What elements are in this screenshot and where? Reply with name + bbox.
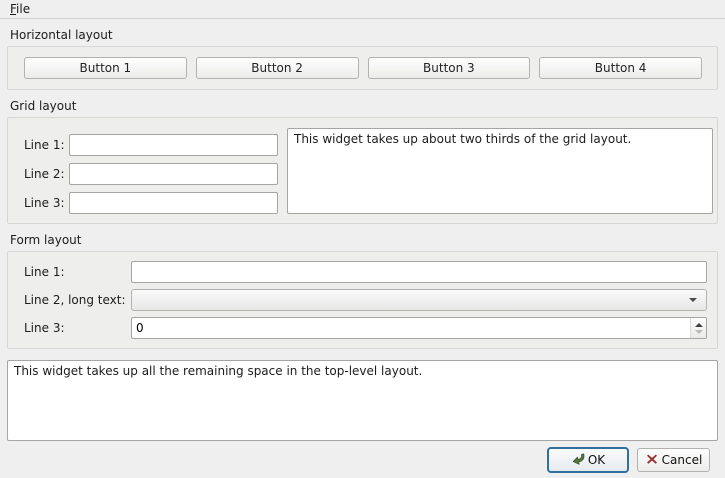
grid-layout-frame: Line 1: Line 2: Line 3: This widget take… [7,117,718,224]
form-row-2: Line 2, long text: [24,289,707,311]
cancel-button-label: Cancel [661,453,703,467]
horizontal-layout-frame: Button 1 Button 2 Button 3 Button 4 [7,46,718,90]
form-line1-label: Line 1: [24,265,65,279]
form-layout-frame: Line 1: Line 2, long text: Line 3: [7,251,718,349]
button-4[interactable]: Button 4 [539,57,702,79]
form-line2-combobox[interactable] [131,289,707,311]
grid-row-2: Line 2: [24,163,278,185]
spinbox-input[interactable] [131,317,707,339]
menu-item-file[interactable]: File [4,1,36,17]
spinbox-buttons [690,318,706,338]
ok-button-label: OK [587,453,606,467]
grid-text-edit[interactable]: This widget takes up about two thirds of… [287,128,713,214]
grid-line1-input[interactable] [69,134,278,156]
arrow-down-icon[interactable] [694,329,703,334]
grid-line2-label: Line 2: [24,167,65,181]
form-row-1: Line 1: [24,261,707,283]
grid-row-3: Line 3: [24,192,278,214]
form-layout-group: Form layout Line 1: Line 2, long text: L… [7,233,718,349]
horizontal-layout-title: Horizontal layout [10,28,113,42]
form-layout-title: Form layout [10,233,82,247]
dialog-body: Horizontal layout Button 1 Button 2 Butt… [0,28,725,473]
grid-line2-input[interactable] [69,163,278,185]
form-line3-label: Line 3: [24,321,65,335]
button-1[interactable]: Button 1 [24,57,187,79]
grid-left-column: Line 1: Line 2: Line 3: [24,128,278,214]
cancel-button[interactable]: Cancel [637,448,710,472]
grid-line3-label: Line 3: [24,196,65,210]
button-2[interactable]: Button 2 [195,57,359,79]
ok-button[interactable]: OK [547,447,629,473]
form-line1-input[interactable] [131,261,707,283]
green-return-arrow-icon [571,451,587,470]
dialog-button-row: OK Cancel [7,447,718,473]
form-line2-label: Line 2, long text: [24,293,126,307]
form-row-3: Line 3: [24,317,707,339]
bottom-text-edit[interactable]: This widget takes up all the remaining s… [7,360,718,441]
menu-bar: File [0,0,725,19]
chevron-down-icon [689,298,697,302]
menu-item-file-rest: ile [16,2,31,16]
grid-line1-label: Line 1: [24,138,65,152]
arrow-up-icon[interactable] [694,322,703,327]
horizontal-layout-group: Horizontal layout Button 1 Button 2 Butt… [7,28,718,90]
grid-layout-group: Grid layout Line 1: Line 2: Line 3: This… [7,99,718,224]
button-3[interactable]: Button 3 [367,57,531,79]
red-x-icon [645,452,659,469]
grid-row-1: Line 1: [24,134,278,156]
form-line3-spinbox[interactable] [131,317,707,339]
grid-line3-input[interactable] [69,192,278,214]
grid-layout-title: Grid layout [10,99,77,113]
